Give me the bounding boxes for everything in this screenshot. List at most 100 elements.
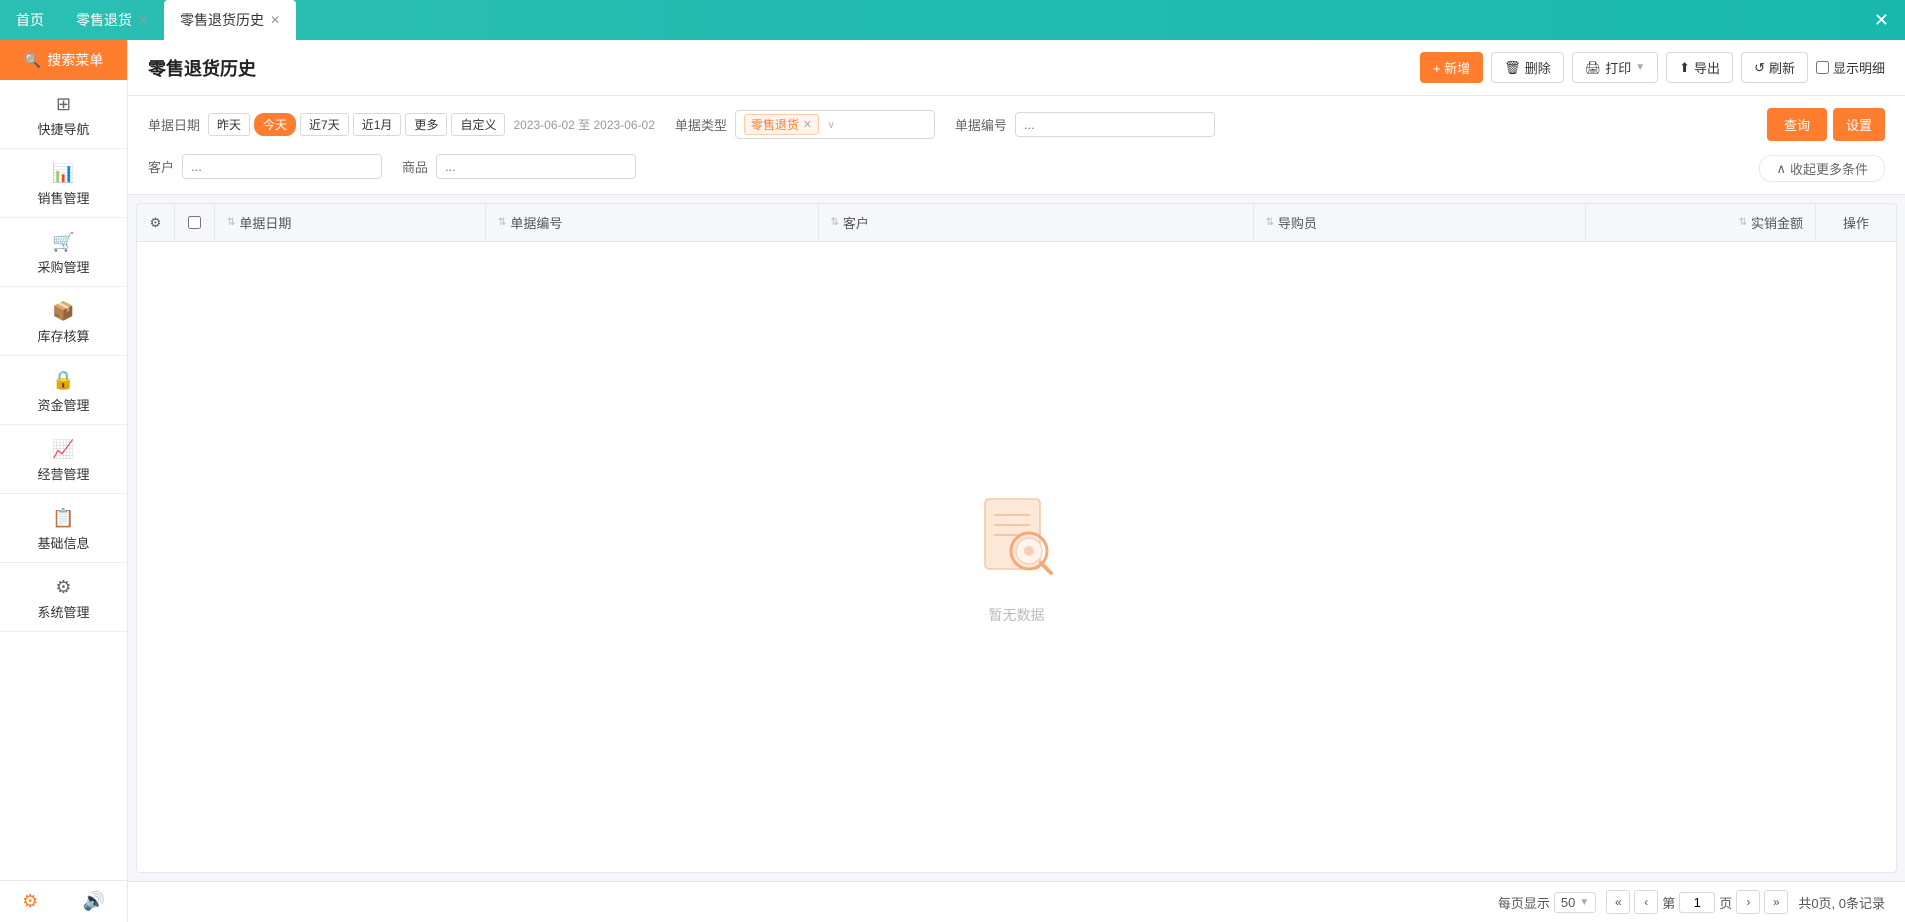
print-icon: 🖨: [1585, 60, 1602, 76]
sidebar-item-system-mgmt[interactable]: ⚙ 系统管理: [0, 563, 127, 632]
per-page-select[interactable]: 50 ▼: [1554, 892, 1596, 913]
type-filter-label: 单据类型: [675, 115, 727, 134]
th-guide-label: 导购员: [1278, 213, 1317, 232]
page-header: 零售退货历史 + 新增 🗑 删除 🖨 打印 ▼ ⬆ 导出 ↺: [128, 40, 1905, 96]
export-label: 导出: [1694, 58, 1720, 77]
refresh-button[interactable]: ↺ 刷新: [1741, 52, 1808, 83]
total-info: 共0页, 0条记录: [1798, 893, 1885, 912]
customer-filter-input[interactable]: [182, 154, 382, 179]
sidebar-nav: ⊞ 快捷导航 📊 销售管理 🛒 采购管理 📦 库存核算 🔒 资金管理 📈: [0, 80, 127, 880]
sidebar-item-inventory-label: 库存核算: [37, 326, 89, 345]
sidebar-item-inventory[interactable]: 📦 库存核算: [0, 287, 127, 356]
page-navigation: « ‹ 第 页 › »: [1606, 890, 1788, 914]
export-button[interactable]: ⬆ 导出: [1666, 52, 1733, 83]
new-button[interactable]: + 新增: [1420, 52, 1483, 83]
th-guide[interactable]: ⇅ 导购员: [1254, 204, 1587, 241]
th-checkbox[interactable]: [175, 204, 215, 241]
refresh-label: 刷新: [1769, 58, 1795, 77]
collapse-label: 收起更多条件: [1790, 159, 1868, 178]
type-filter-select[interactable]: 零售退货 ✕ ∨: [735, 110, 935, 139]
date-btn-1month[interactable]: 近1月: [353, 113, 402, 136]
sales-mgmt-icon: 📊: [52, 163, 74, 184]
page-number-input[interactable]: [1679, 892, 1715, 913]
date-btn-custom[interactable]: 自定义: [451, 113, 505, 136]
tab-home[interactable]: 首页: [0, 0, 60, 40]
th-amount-sort-icon: ⇅: [1739, 217, 1747, 228]
date-range-display: 2023-06-02 至 2023-06-02: [513, 116, 654, 133]
sidebar-item-finance[interactable]: 🔒 资金管理: [0, 356, 127, 425]
print-button[interactable]: 🖨 打印 ▼: [1572, 52, 1658, 83]
tab-retail-return[interactable]: 零售退货 ✕: [60, 0, 164, 40]
sidebar-item-quick-nav-label: 快捷导航: [37, 119, 89, 138]
tab-retail-return-label: 零售退货: [76, 10, 132, 30]
quick-nav-icon: ⊞: [56, 94, 71, 115]
date-btn-7days[interactable]: 近7天: [300, 113, 349, 136]
page-first-button[interactable]: «: [1606, 890, 1630, 914]
date-btn-today[interactable]: 今天: [254, 113, 296, 136]
th-amount[interactable]: ⇅ 实销金额: [1586, 204, 1816, 241]
page-prev-button[interactable]: ‹: [1634, 890, 1658, 914]
query-button[interactable]: 查询: [1767, 108, 1827, 141]
date-btn-yesterday[interactable]: 昨天: [208, 113, 250, 136]
page-actions: + 新增 🗑 删除 🖨 打印 ▼ ⬆ 导出 ↺ 刷新: [1420, 52, 1885, 95]
th-date-label: 单据日期: [239, 213, 291, 232]
page-next-button[interactable]: ›: [1736, 890, 1760, 914]
goods-filter-input[interactable]: [436, 154, 636, 179]
empty-state-icon: [967, 489, 1067, 589]
tab-list: 首页 零售退货 ✕ 零售退货历史 ✕: [0, 0, 1858, 40]
empty-state: 暂无数据: [967, 489, 1067, 625]
top-bar: 首页 零售退货 ✕ 零售退货历史 ✕ ✕: [0, 0, 1905, 40]
page-last-button[interactable]: »: [1764, 890, 1788, 914]
refresh-icon: ↺: [1754, 60, 1765, 76]
th-customer-label: 客户: [843, 213, 869, 232]
delete-label: 删除: [1525, 58, 1551, 77]
filter-collapse-section: ∧ 收起更多条件: [1759, 155, 1885, 182]
th-number[interactable]: ⇅ 单据编号: [486, 204, 819, 241]
page-prefix-label: 第: [1662, 893, 1675, 912]
filter-action-buttons: 查询 设置: [1767, 108, 1885, 141]
collapse-button[interactable]: ∧ 收起更多条件: [1759, 155, 1885, 182]
finance-icon: 🔒: [52, 370, 74, 391]
basic-info-icon: 📋: [52, 508, 74, 529]
show-detail-checkbox[interactable]: [1816, 61, 1829, 74]
print-label: 打印: [1605, 58, 1631, 77]
th-customer[interactable]: ⇅ 客户: [819, 204, 1254, 241]
sidebar-settings-icon[interactable]: ⚙: [22, 891, 38, 912]
number-filter-input[interactable]: [1015, 112, 1215, 137]
page-title: 零售退货历史: [148, 55, 256, 93]
window-close-button[interactable]: ✕: [1858, 10, 1905, 31]
sidebar-sound-icon[interactable]: 🔊: [82, 891, 104, 912]
tab-retail-return-history-label: 零售退货历史: [180, 10, 264, 30]
filter-area: 单据日期 昨天 今天 近7天 近1月 更多 自定义 2023-06-02 至 2…: [128, 96, 1905, 195]
sidebar-item-quick-nav[interactable]: ⊞ 快捷导航: [0, 80, 127, 149]
delete-button[interactable]: 🗑 删除: [1491, 52, 1564, 83]
table-area: ⚙ ⇅ 单据日期 ⇅ 单据编号 ⇅ 客户 ⇅ 导购员: [136, 203, 1897, 873]
delete-icon: 🗑: [1504, 60, 1521, 76]
sidebar-item-basic-info[interactable]: 📋 基础信息: [0, 494, 127, 563]
type-chevron-down-icon: ∨: [827, 118, 835, 131]
type-tag-close[interactable]: ✕: [803, 118, 812, 131]
system-mgmt-icon: ⚙: [55, 577, 71, 598]
sidebar-item-operations[interactable]: 📈 经营管理: [0, 425, 127, 494]
tab-retail-return-history-close[interactable]: ✕: [270, 13, 280, 27]
sidebar-item-finance-label: 资金管理: [37, 395, 89, 414]
tab-home-label: 首页: [16, 10, 44, 30]
main-layout: 🔍 搜索菜单 ⊞ 快捷导航 📊 销售管理 🛒 采购管理 📦 库存核算 🔒: [0, 40, 1905, 922]
table-body: 暂无数据: [137, 242, 1896, 872]
th-settings[interactable]: ⚙: [137, 204, 175, 241]
date-btn-more[interactable]: 更多: [405, 113, 447, 136]
th-date[interactable]: ⇅ 单据日期: [215, 204, 486, 241]
tab-retail-return-close[interactable]: ✕: [138, 13, 148, 27]
type-filter-group: 单据类型 零售退货 ✕ ∨: [675, 110, 935, 139]
content-area: 零售退货历史 + 新增 🗑 删除 🖨 打印 ▼ ⬆ 导出 ↺: [128, 40, 1905, 922]
sidebar-item-purchase-mgmt[interactable]: 🛒 采购管理: [0, 218, 127, 287]
operations-icon: 📈: [52, 439, 74, 460]
sidebar-search[interactable]: 🔍 搜索菜单: [0, 40, 127, 80]
setting-button[interactable]: 设置: [1833, 108, 1885, 141]
page-size-selector: 每页显示 50 ▼: [1498, 892, 1596, 913]
export-icon: ⬆: [1679, 60, 1690, 76]
select-all-checkbox[interactable]: [188, 216, 201, 229]
sidebar-item-sales-mgmt[interactable]: 📊 销售管理: [0, 149, 127, 218]
tab-retail-return-history[interactable]: 零售退货历史 ✕: [164, 0, 296, 40]
th-amount-label: 实销金额: [1751, 213, 1803, 232]
